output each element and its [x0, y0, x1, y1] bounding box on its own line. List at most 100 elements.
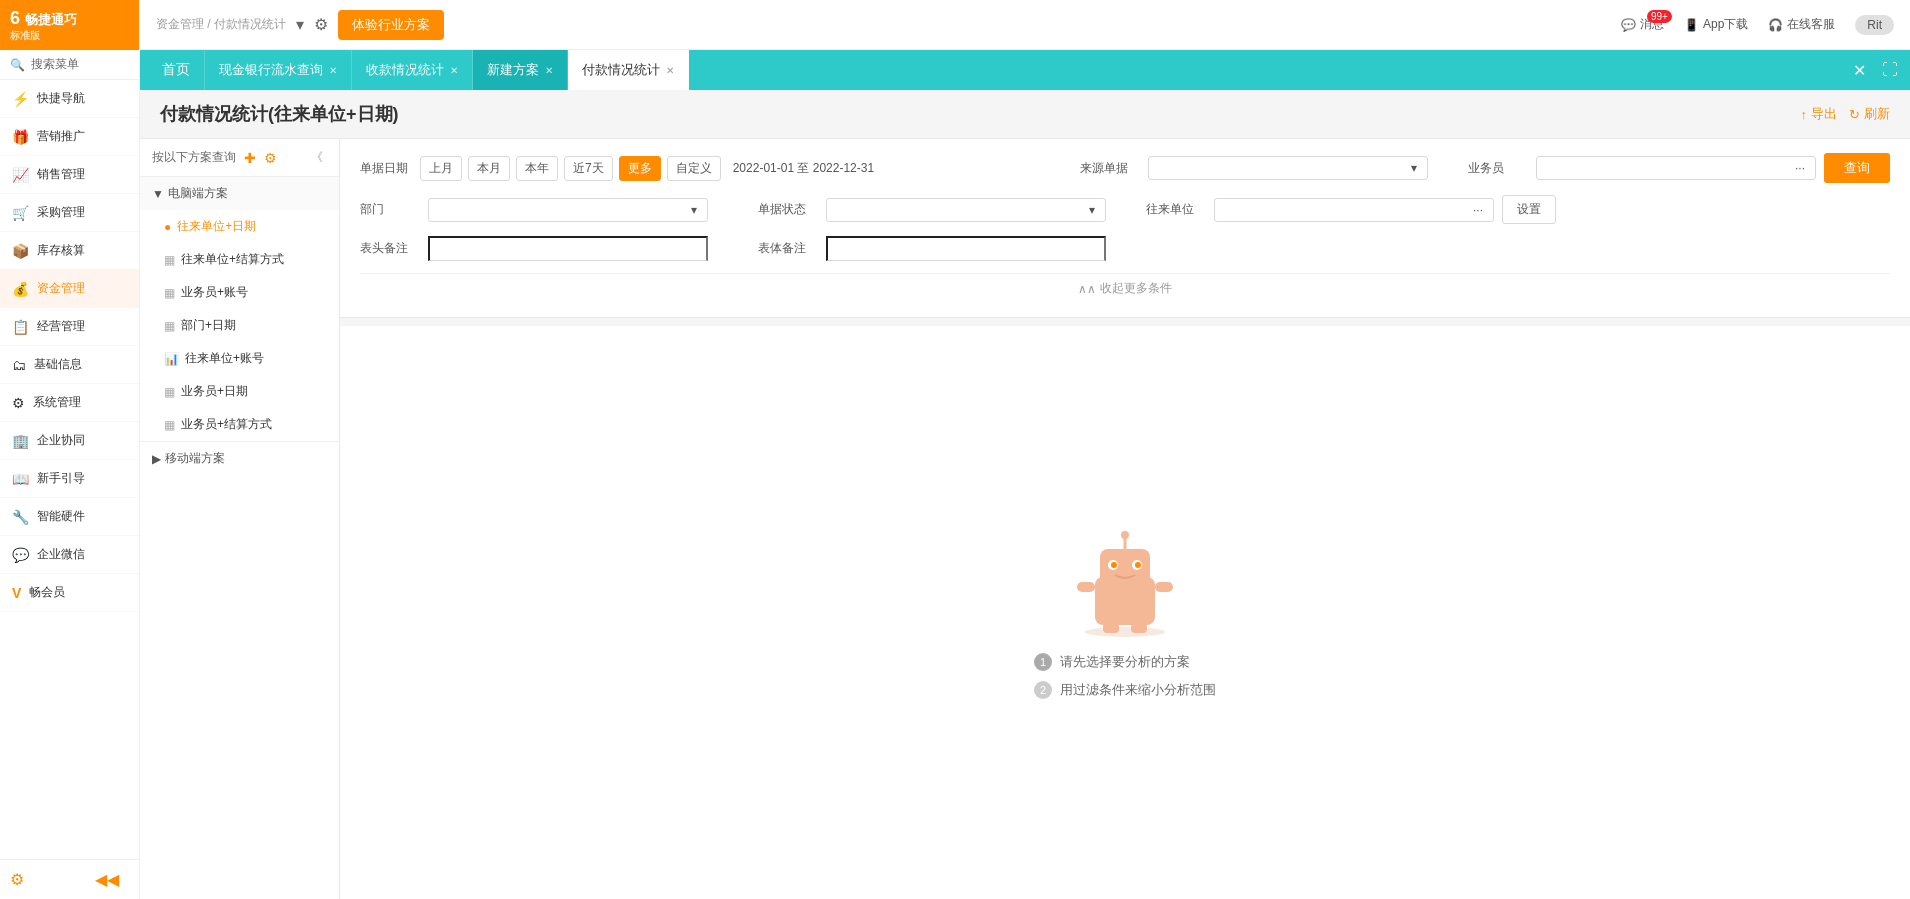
memo1-input[interactable]	[428, 236, 708, 261]
dept-select[interactable]: ▾	[428, 198, 708, 222]
svg-point-8	[1121, 531, 1129, 539]
tab-close-bank-flow[interactable]: ✕	[329, 65, 337, 76]
mobile-category[interactable]: ▶ 移动端方案	[140, 441, 339, 475]
user-avatar[interactable]: Rit	[1855, 15, 1894, 35]
topbar-settings-icon[interactable]: ⚙	[314, 15, 328, 34]
sidebar-item-hardware[interactable]: 🔧 智能硬件	[0, 498, 139, 536]
bill-status-select[interactable]: ▾	[826, 198, 1106, 222]
tabbar-actions: ✕ ⛶	[1849, 57, 1902, 84]
topbar-dropdown-icon[interactable]: ▾	[296, 15, 304, 34]
tab-receipt-stats[interactable]: 收款情况统计 ✕	[352, 50, 473, 90]
svg-rect-9	[1077, 582, 1095, 592]
app-download-btn[interactable]: 📱 App下载	[1684, 16, 1748, 33]
panel-collapse-icon[interactable]: 《	[311, 149, 323, 166]
export-btn[interactable]: ↑ 导出	[1801, 105, 1838, 123]
bill-status-arrow: ▾	[1089, 203, 1095, 217]
tab-home[interactable]: 首页	[148, 50, 205, 90]
sidebar-search[interactable]: 🔍 搜索菜单	[0, 50, 139, 80]
sidebar-item-operations[interactable]: 📋 经营管理	[0, 308, 139, 346]
sidebar-item-member[interactable]: V 畅会员	[0, 574, 139, 612]
collapse-up-icon: ∧∧	[1078, 282, 1096, 296]
scheme-active-icon: ●	[164, 220, 171, 234]
partner-label: 往来单位	[1146, 201, 1206, 218]
salesperson-label: 业务员	[1468, 160, 1528, 177]
basic-info-icon: 🗂	[12, 357, 26, 373]
tab-payment-stats[interactable]: 付款情况统计 ✕	[568, 50, 689, 90]
empty-illustration	[1065, 527, 1185, 637]
tab-bank-flow[interactable]: 现金银行流水查询 ✕	[205, 50, 352, 90]
sidebar-item-marketing[interactable]: 🎁 营销推广	[0, 118, 139, 156]
settings-button[interactable]: 设置	[1502, 195, 1556, 224]
date-more[interactable]: 更多	[619, 156, 661, 181]
refresh-btn[interactable]: ↻ 刷新	[1849, 105, 1890, 123]
main-content: 资金管理 / 付款情况统计 ▾ ⚙ 体验行业方案 💬 消息 99+ 📱 App下…	[140, 0, 1910, 899]
category-arrow-icon: ▼	[152, 187, 164, 201]
sidebar-bottom: ⚙ ◀◀	[0, 859, 139, 899]
scheme-item-dept-date[interactable]: ▦ 部门+日期	[140, 309, 339, 342]
dept-arrow: ▾	[691, 203, 697, 217]
salesperson-select[interactable]: ···	[1536, 156, 1816, 180]
hardware-icon: 🔧	[12, 509, 29, 525]
sidebar-item-basic-info[interactable]: 🗂 基础信息	[0, 346, 139, 384]
tab-maximize-icon[interactable]: ⛶	[1878, 57, 1902, 83]
memo2-section: 表体备注	[758, 236, 1106, 261]
add-scheme-icon[interactable]: ✚	[244, 150, 256, 166]
sidebar-logo: 6 畅捷通巧 标准版	[0, 0, 139, 50]
scheme-icon-2: ▦	[164, 286, 175, 300]
svg-point-6	[1135, 562, 1141, 568]
source-bill-select[interactable]: ▾	[1148, 156, 1428, 180]
tab-close-payment-stats[interactable]: ✕	[666, 65, 674, 76]
partner-select[interactable]: ···	[1214, 198, 1494, 222]
scheme-item-unit-settlement[interactable]: ▦ 往来单位+结算方式	[140, 243, 339, 276]
tab-close-all-icon[interactable]: ✕	[1849, 57, 1870, 84]
date-last-month[interactable]: 上月	[420, 156, 462, 181]
hint-num-2: 2	[1034, 681, 1052, 699]
sidebar-item-sales[interactable]: 📈 销售管理	[0, 156, 139, 194]
export-icon: ↑	[1801, 107, 1808, 122]
sidebar-item-capital[interactable]: 💰 资金管理	[0, 270, 139, 308]
sidebar-item-guide[interactable]: 📖 新手引导	[0, 460, 139, 498]
date-7days[interactable]: 近7天	[564, 156, 613, 181]
message-btn[interactable]: 💬 消息 99+	[1621, 16, 1664, 33]
tab-close-new-scheme[interactable]: ✕	[545, 65, 553, 76]
memo2-label: 表体备注	[758, 240, 818, 257]
tab-close-receipt-stats[interactable]: ✕	[450, 65, 458, 76]
marketing-icon: 🎁	[12, 129, 29, 145]
sidebar-item-purchase[interactable]: 🛒 采购管理	[0, 194, 139, 232]
collapse-more-btn[interactable]: ∧∧ 收起更多条件	[360, 273, 1890, 303]
sidebar-settings-icon[interactable]: ⚙	[10, 870, 24, 889]
enterprise-icon: 🏢	[12, 433, 29, 449]
date-buttons: 上月 本月 本年 近7天 更多 自定义 2022-01-01 至 2022-12…	[420, 156, 874, 181]
capital-icon: 💰	[12, 281, 29, 297]
sidebar-item-system[interactable]: ⚙ 系统管理	[0, 384, 139, 422]
scheme-item-staff-settlement[interactable]: ▦ 业务员+结算方式	[140, 408, 339, 441]
refresh-icon: ↻	[1849, 107, 1860, 122]
tab-new-scheme[interactable]: 新建方案 ✕	[473, 50, 568, 90]
operations-icon: 📋	[12, 319, 29, 335]
query-button[interactable]: 查询	[1824, 153, 1890, 183]
memo1-label: 表头备注	[360, 240, 420, 257]
svg-point-5	[1111, 562, 1117, 568]
sidebar-collapse-icon[interactable]: ◀◀	[95, 870, 119, 889]
date-this-year[interactable]: 本年	[516, 156, 558, 181]
scheme-item-unit-date[interactable]: ● 往来单位+日期	[140, 210, 339, 243]
desktop-category[interactable]: ▼ 电脑端方案	[140, 177, 339, 210]
memo2-input[interactable]	[826, 236, 1106, 261]
topbar-right: 💬 消息 99+ 📱 App下载 🎧 在线客服 Rit	[1621, 15, 1894, 35]
sidebar-item-quick-nav[interactable]: ⚡ 快捷导航	[0, 80, 139, 118]
date-range-text: 2022-01-01 至 2022-12-31	[733, 160, 874, 177]
guide-icon: 📖	[12, 471, 29, 487]
sidebar-item-inventory[interactable]: 📦 库存核算	[0, 232, 139, 270]
salesperson-section: 业务员 ··· 查询	[1468, 153, 1890, 183]
scheme-settings-icon[interactable]: ⚙	[264, 150, 277, 166]
date-this-month[interactable]: 本月	[468, 156, 510, 181]
sidebar-item-enterprise[interactable]: 🏢 企业协同	[0, 422, 139, 460]
online-service-btn[interactable]: 🎧 在线客服	[1768, 16, 1835, 33]
sidebar-item-wechat[interactable]: 💬 企业微信	[0, 536, 139, 574]
trial-btn[interactable]: 体验行业方案	[338, 10, 444, 40]
system-icon: ⚙	[12, 395, 25, 411]
scheme-item-staff-account[interactable]: ▦ 业务员+账号	[140, 276, 339, 309]
date-custom[interactable]: 自定义	[667, 156, 721, 181]
scheme-item-unit-account[interactable]: 📊 往来单位+账号	[140, 342, 339, 375]
scheme-item-staff-date[interactable]: ▦ 业务员+日期	[140, 375, 339, 408]
